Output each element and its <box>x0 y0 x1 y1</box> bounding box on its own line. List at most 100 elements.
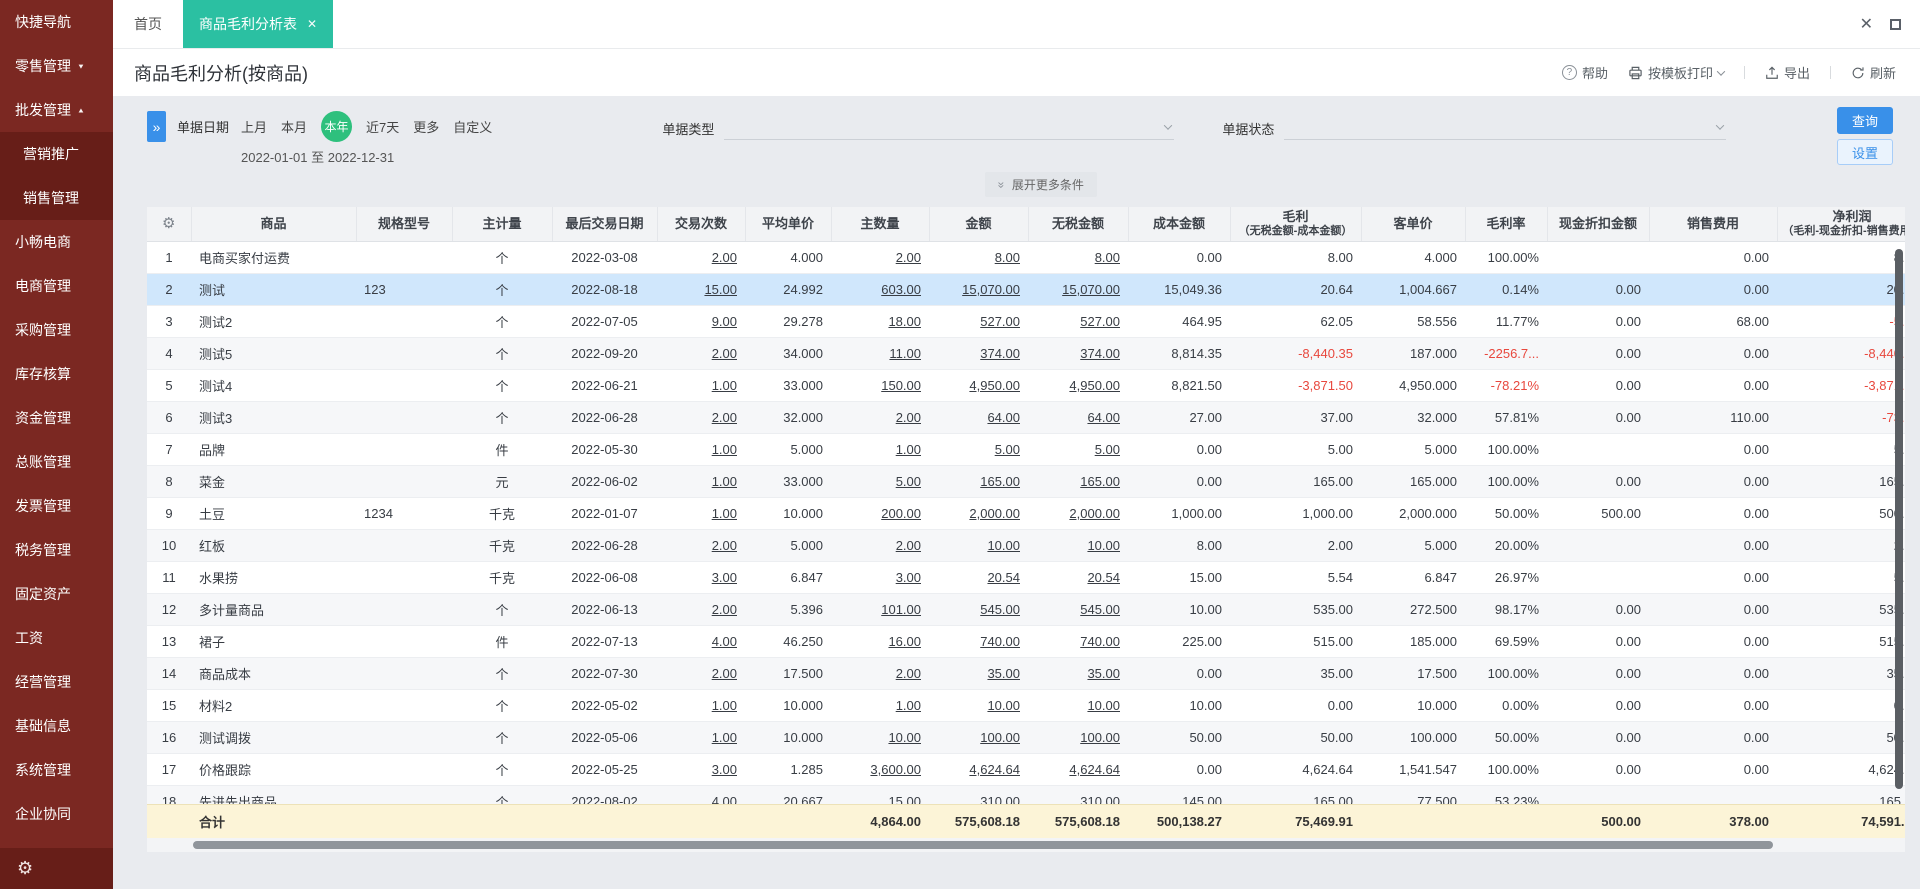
drill-down-link[interactable]: 527.00 <box>1080 314 1120 329</box>
table-row[interactable]: 6 测试3 个 2022-06-28 2.00 32.000 2.00 64.00 64.00 2… <box>147 401 1905 434</box>
col-header-profit[interactable]: 毛利 （无税金额-成本金额） <box>1230 207 1362 242</box>
sidebar-item[interactable]: 基础信息 <box>0 704 113 748</box>
col-header-rate[interactable]: 毛利率 <box>1465 207 1548 242</box>
drill-down-link[interactable]: 10.00 <box>1087 538 1120 553</box>
doc-type-select[interactable] <box>724 116 1175 140</box>
quick-option[interactable]: 上月 <box>241 117 267 136</box>
table-row[interactable]: 13 裙子 件 2022-07-13 4.00 46.250 16.00 740.00 740.… <box>147 625 1905 658</box>
drill-down-link[interactable]: 374.00 <box>980 346 1020 361</box>
col-header-cost[interactable]: 成本金额 <box>1128 207 1231 242</box>
search-button[interactable]: 查询 <box>1837 107 1893 134</box>
drill-down-link[interactable]: 64.00 <box>987 410 1020 425</box>
quick-option[interactable]: 更多 <box>413 117 439 136</box>
vertical-scrollbar-thumb[interactable] <box>1895 249 1903 789</box>
col-header-qty[interactable]: 主数量 <box>831 207 930 242</box>
table-row[interactable]: 8 菜金元 2022-06-02 1.00 33.000 5.00 165.00 165.00… <box>147 465 1905 498</box>
drill-down-link[interactable]: 35.00 <box>987 666 1020 681</box>
drill-down-link[interactable]: 1.00 <box>712 474 737 489</box>
drill-down-link[interactable]: 2.00 <box>712 538 737 553</box>
drill-down-link[interactable]: 165.00 <box>980 474 1020 489</box>
drill-down-link[interactable]: 20.54 <box>987 570 1020 585</box>
col-header-last_date[interactable]: 最后交易日期 <box>552 207 658 242</box>
drill-down-link[interactable]: 2,000.00 <box>969 506 1020 521</box>
sidebar-item[interactable]: 库存核算 <box>0 352 113 396</box>
collapse-filter-button[interactable]: » <box>147 111 166 142</box>
table-row[interactable]: 1 电商买家付运费 个 2022-03-08 2.00 4.000 2.00 8.00 8.00… <box>147 241 1905 274</box>
col-header-product[interactable]: 商品 <box>191 207 357 242</box>
tab-home[interactable]: 首页 <box>113 0 183 48</box>
drill-down-link[interactable]: 527.00 <box>980 314 1020 329</box>
print-by-template-button[interactable]: 按模板打印 <box>1628 63 1726 82</box>
sidebar-item[interactable]: 资金管理 <box>0 396 113 440</box>
date-range-value[interactable]: 2022-01-01 至 2022-12-31 <box>241 147 492 166</box>
sidebar-item[interactable]: 系统管理 <box>0 748 113 792</box>
sidebar-item[interactable]: 小畅电商 <box>0 220 113 264</box>
drill-down-link[interactable]: 5.00 <box>995 442 1020 457</box>
col-header-avg_price[interactable]: 平均单价 <box>745 207 832 242</box>
quick-option[interactable]: 本年 <box>321 111 353 142</box>
drill-down-link[interactable]: 3.00 <box>712 570 737 585</box>
col-header-amount[interactable]: 金额 <box>929 207 1029 242</box>
drill-down-link[interactable]: 1.00 <box>712 730 737 745</box>
sidebar-item[interactable]: 总账管理 <box>0 440 113 484</box>
table-row[interactable]: 17 价格跟踪 个 2022-05-25 3.00 1.285 3,600.00 4,624.… <box>147 753 1905 786</box>
quick-option[interactable]: 本月 <box>281 117 307 136</box>
tab-close-icon[interactable]: ✕ <box>307 17 317 31</box>
doc-status-select[interactable] <box>1284 116 1727 140</box>
drill-down-link[interactable]: 9.00 <box>712 314 737 329</box>
quick-option[interactable]: 自定义 <box>453 117 492 136</box>
table-row[interactable]: 2 测试 123 个 2022-08-18 15.00 24.992 603.00 15,070… <box>147 273 1905 306</box>
table-row[interactable]: 14 商品成本 个 2022-07-30 2.00 17.500 2.00 35.00 35.0… <box>147 657 1905 690</box>
drill-down-link[interactable]: 740.00 <box>980 634 1020 649</box>
drill-down-link[interactable]: 3,600.00 <box>870 762 921 777</box>
drill-down-link[interactable]: 5.00 <box>896 474 921 489</box>
drill-down-link[interactable]: 4,950.00 <box>1069 378 1120 393</box>
sidebar-item[interactable]: 销售管理 <box>0 176 113 220</box>
col-header-notax[interactable]: 无税金额 <box>1028 207 1129 242</box>
refresh-button[interactable]: 刷新 <box>1851 63 1896 82</box>
drill-down-link[interactable]: 2.00 <box>896 410 921 425</box>
sidebar-item[interactable]: 批发管理 ▲ <box>0 88 113 132</box>
drill-down-link[interactable]: 100.00 <box>980 730 1020 745</box>
drill-down-link[interactable]: 10.00 <box>987 698 1020 713</box>
export-button[interactable]: 导出 <box>1765 63 1810 82</box>
drill-down-link[interactable]: 10.00 <box>1087 698 1120 713</box>
help-button[interactable]: ? 帮助 <box>1561 63 1608 82</box>
drill-down-link[interactable]: 64.00 <box>1087 410 1120 425</box>
drill-down-link[interactable]: 200.00 <box>881 506 921 521</box>
fullscreen-icon[interactable] <box>1890 18 1901 30</box>
sidebar-item[interactable]: 零售管理 ▼ <box>0 44 113 88</box>
drill-down-link[interactable]: 2,000.00 <box>1069 506 1120 521</box>
drill-down-link[interactable]: 740.00 <box>1080 634 1120 649</box>
col-header-net[interactable]: 净利润（毛利-现金折扣-销售费用） <box>1777 207 1905 242</box>
col-header-unit[interactable]: 主计量 <box>452 207 553 242</box>
drill-down-link[interactable]: 20.54 <box>1087 570 1120 585</box>
drill-down-link[interactable]: 1.00 <box>712 698 737 713</box>
sidebar-settings-button[interactable]: ⚙ <box>0 848 113 889</box>
drill-down-link[interactable]: 101.00 <box>881 602 921 617</box>
drill-down-link[interactable]: 18.00 <box>888 314 921 329</box>
col-header-spec[interactable]: 规格型号 <box>356 207 453 242</box>
drill-down-link[interactable]: 8.00 <box>1095 250 1120 265</box>
col-header-sale_exp[interactable]: 销售费用 <box>1649 207 1778 242</box>
sidebar-item[interactable]: 发票管理 <box>0 484 113 528</box>
sidebar-item[interactable]: 快捷导航 <box>0 0 113 44</box>
drill-down-link[interactable]: 545.00 <box>980 602 1020 617</box>
quick-option[interactable]: 近7天 <box>366 117 399 136</box>
drill-down-link[interactable]: 10.00 <box>987 538 1020 553</box>
table-row[interactable]: 15 材料2 个 2022-05-02 1.00 10.000 1.00 10.00 10.00… <box>147 689 1905 722</box>
sidebar-item[interactable]: 税务管理 <box>0 528 113 572</box>
table-row[interactable]: 16 测试调拨 个 2022-05-06 1.00 10.000 10.00 100.00 10… <box>147 721 1905 754</box>
drill-down-link[interactable]: 2.00 <box>712 666 737 681</box>
sidebar-item[interactable]: 营销推广 <box>0 132 113 176</box>
tab-gross-profit-report[interactable]: 商品毛利分析表 ✕ <box>183 0 334 48</box>
drill-down-link[interactable]: 2.00 <box>712 250 737 265</box>
column-config-header[interactable]: ⚙ <box>147 207 192 242</box>
table-row[interactable]: 9 土豆 1234 千克 2022-01-07 1.00 10.000 200.00 2,000… <box>147 497 1905 530</box>
drill-down-link[interactable]: 4,624.64 <box>969 762 1020 777</box>
drill-down-link[interactable]: 10.00 <box>888 730 921 745</box>
drill-down-link[interactable]: 1.00 <box>712 378 737 393</box>
sidebar-item[interactable]: 经营管理 <box>0 660 113 704</box>
drill-down-link[interactable]: 150.00 <box>881 378 921 393</box>
col-header-times[interactable]: 交易次数 <box>657 207 746 242</box>
